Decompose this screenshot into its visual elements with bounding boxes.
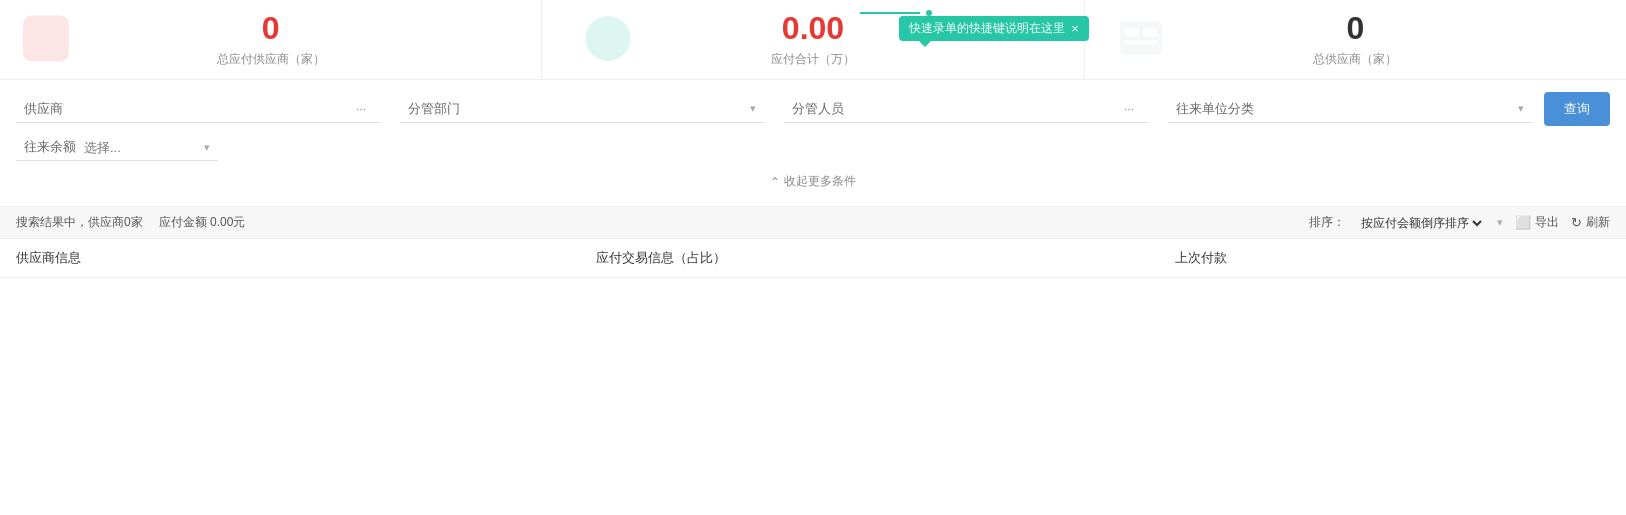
filter-department-label: 分管部门 — [408, 100, 460, 118]
refresh-label: 刷新 — [1586, 214, 1610, 231]
tooltip-bubble: 快速录单的快捷键说明在这里 × — [899, 16, 1089, 41]
filter-person-input[interactable] — [852, 101, 1118, 116]
filter-person-label: 分管人员 — [792, 100, 844, 118]
stat-payable-total: 米 快速录单的快捷键说明在这里 × 0.00 应付合计（万） — [542, 0, 1084, 79]
filter-unit-category-input[interactable] — [1262, 101, 1518, 116]
sort-dropdown-icon: ▾ — [1497, 216, 1503, 229]
export-icon: ⬜ — [1515, 215, 1531, 230]
filter-department: 分管部门 ▾ — [400, 96, 764, 123]
svg-rect-4 — [1121, 22, 1161, 54]
export-label: 导出 — [1535, 214, 1559, 231]
collapse-icon: ⌃ — [770, 175, 780, 189]
filter-person-more[interactable]: ··· — [1118, 100, 1140, 118]
filter-person: 分管人员 ··· — [784, 96, 1148, 123]
stat-number-payable-suppliers: 0 — [262, 11, 280, 46]
results-suppliers-count: 搜索结果中，供应商0家 — [16, 214, 143, 231]
filter-balance-dropdown-icon[interactable]: ▾ — [204, 141, 210, 154]
filter-section: 供应商 ··· 分管部门 ▾ 分管人员 ··· 往来单位分类 ▾ 查询 — [0, 80, 1626, 207]
results-actions: 排序： 按应付会额倒序排序 ▾ ⬜ 导出 ↻ 刷新 — [1309, 214, 1610, 231]
stats-bar: Rx 0 总应付供应商（家） 米 快速录单的快捷键说明在这里 × — [0, 0, 1626, 80]
refresh-icon: ↻ — [1571, 215, 1582, 230]
results-bar: 搜索结果中，供应商0家 应付金额 0.00元 排序： 按应付会额倒序排序 ▾ ⬜… — [0, 207, 1626, 239]
filter-supplier: 供应商 ··· — [16, 96, 380, 123]
filter-supplier-label: 供应商 — [24, 100, 64, 118]
stat-label-total-suppliers: 总供应商（家） — [1313, 51, 1397, 68]
col-header-transaction: 应付交易信息（占比） — [596, 249, 1176, 267]
svg-text:Rx: Rx — [33, 25, 61, 50]
table-body — [0, 278, 1626, 515]
table-header: 供应商信息 应付交易信息（占比） 上次付款 — [0, 239, 1626, 278]
refresh-button[interactable]: ↻ 刷新 — [1571, 214, 1610, 231]
export-button[interactable]: ⬜ 导出 — [1515, 214, 1559, 231]
svg-rect-6 — [1143, 28, 1157, 36]
tooltip-line — [860, 12, 920, 14]
filter-supplier-more[interactable]: ··· — [350, 100, 372, 118]
svg-rect-5 — [1125, 28, 1139, 36]
collapse-bar: ⌃ 收起更多条件 — [16, 169, 1610, 198]
tooltip-text: 快速录单的快捷键说明在这里 — [909, 20, 1065, 37]
filter-unit-category: 往来单位分类 ▾ — [1168, 96, 1532, 123]
filter-row-1: 供应商 ··· 分管部门 ▾ 分管人员 ··· 往来单位分类 ▾ 查询 — [16, 92, 1610, 126]
filter-supplier-input[interactable] — [72, 101, 350, 116]
filter-unit-category-label: 往来单位分类 — [1176, 100, 1254, 118]
collapse-label: 收起更多条件 — [784, 173, 856, 190]
col-header-supplier-info: 供应商信息 — [16, 249, 596, 267]
sort-label: 排序： — [1309, 214, 1345, 231]
svg-rect-7 — [1125, 40, 1157, 44]
results-info: 搜索结果中，供应商0家 应付金额 0.00元 — [16, 214, 245, 231]
filter-balance-input[interactable] — [84, 140, 204, 155]
filter-unit-category-dropdown-icon[interactable]: ▾ — [1518, 102, 1524, 115]
filter-department-dropdown-icon[interactable]: ▾ — [750, 102, 756, 115]
filter-balance-label: 往来余额 — [24, 138, 76, 156]
stat-total-payable-suppliers: Rx 0 总应付供应商（家） — [0, 0, 542, 79]
col-header-last-payment: 上次付款 — [1175, 249, 1610, 267]
collapse-button[interactable]: ⌃ 收起更多条件 — [770, 173, 856, 190]
query-button[interactable]: 查询 — [1544, 92, 1610, 126]
sort-select[interactable]: 按应付会额倒序排序 — [1357, 215, 1485, 231]
filter-row-2: 往来余额 ▾ — [16, 134, 1610, 161]
stat-number-total-suppliers: 0 — [1346, 11, 1364, 46]
filter-balance: 往来余额 ▾ — [16, 134, 218, 161]
svg-text:米: 米 — [596, 24, 620, 51]
tooltip-close-button[interactable]: × — [1071, 22, 1079, 35]
filter-department-input[interactable] — [468, 101, 750, 116]
stat-total-suppliers: 0 总供应商（家） — [1085, 0, 1626, 79]
results-payable-amount: 应付金额 0.00元 — [159, 214, 246, 231]
stat-number-payable-total: 0.00 — [782, 11, 844, 46]
stat-label-payable-suppliers: 总应付供应商（家） — [217, 51, 325, 68]
stat-label-payable-total: 应付合计（万） — [771, 51, 855, 68]
